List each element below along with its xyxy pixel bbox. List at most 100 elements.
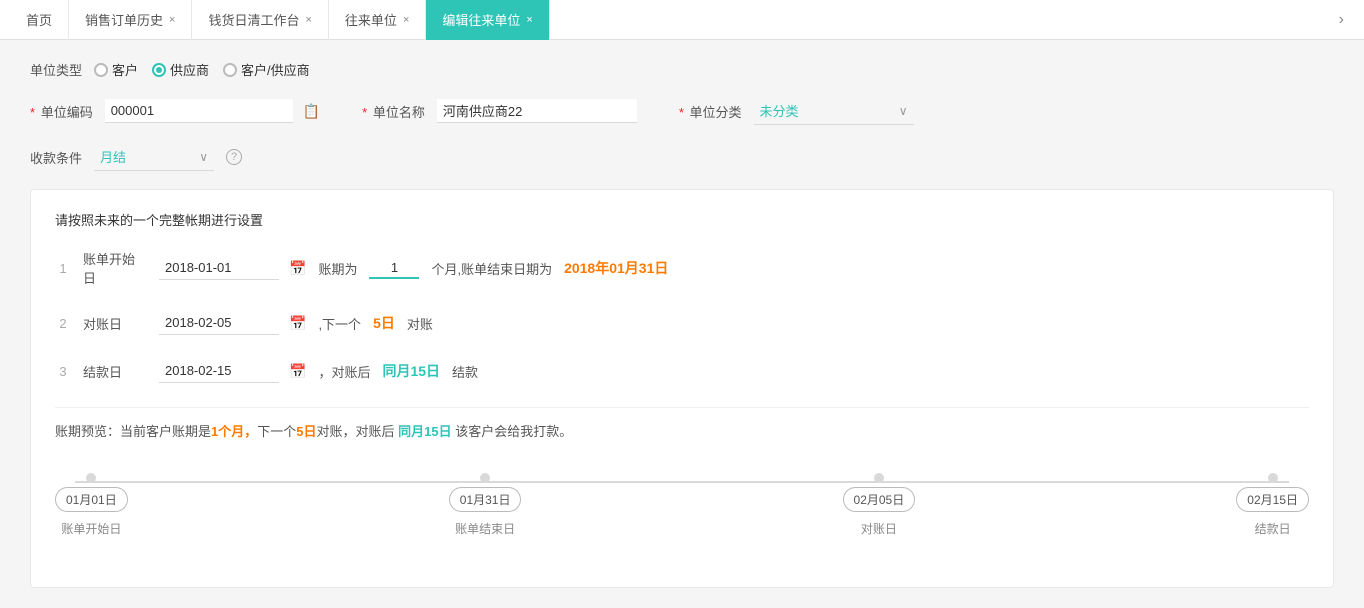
payment-desc-suffix: 结款 <box>452 362 478 381</box>
payment-desc-prefix: ，对账后 <box>318 362 370 381</box>
row-3-num: 3 <box>55 364 71 379</box>
payment-terms-row: 收款条件 月结 ∨ ? <box>30 143 1334 171</box>
tab-partner-label: 往来单位 <box>345 10 397 29</box>
unit-type-label: 单位类型 <box>30 60 82 79</box>
preview-mid1: 下一个 <box>257 424 296 439</box>
unit-code-required: * <box>30 105 35 120</box>
unit-name-input[interactable] <box>437 99 637 123</box>
tab-home[interactable]: 首页 <box>10 0 69 40</box>
tab-more-button[interactable]: › <box>1329 11 1354 29</box>
preview-mid2: 对账，对账后 <box>317 424 395 439</box>
payment-terms-chevron-icon: ∨ <box>199 150 208 164</box>
tab-partner-close[interactable]: × <box>403 14 409 26</box>
unit-category-label: * 单位分类 <box>679 102 742 121</box>
bill-start-calendar-icon[interactable]: 📅 <box>289 260 306 277</box>
reconcile-desc-prefix: ,下一个 <box>318 314 361 333</box>
tab-bar: 首页 销售订单历史 × 钱货日清工作台 × 往来单位 × 编辑往来单位 × › <box>0 0 1364 40</box>
timeline-label-3: 对账日 <box>861 520 897 537</box>
tab-edit-partner-close[interactable]: × <box>526 14 532 26</box>
settings-card-title: 请按照未来的一个完整帐期进行设置 <box>55 210 1309 229</box>
timeline-wrapper: 01月01日 账单开始日 01月31日 账单结束日 02月05日 对账日 <box>55 463 1309 567</box>
payment-terms-help-icon[interactable]: ? <box>226 149 242 165</box>
payment-date-group: 📅 <box>159 359 306 383</box>
radio-customer[interactable]: 客户 <box>94 60 138 79</box>
timeline-dot-1 <box>86 473 96 483</box>
timeline-node-4: 02月15日 结款日 <box>1236 473 1309 537</box>
radio-supplier-label: 供应商 <box>170 60 209 79</box>
row-2-num: 2 <box>55 316 71 331</box>
unit-category-select[interactable]: 未分类 ∨ <box>754 97 914 125</box>
timeline-node-2: 01月31日 账单结束日 <box>449 473 522 537</box>
unit-code-input[interactable] <box>105 99 293 123</box>
timeline-badge-4: 02月15日 <box>1236 487 1309 512</box>
timeline-dot-4 <box>1268 473 1278 483</box>
timeline-badge-3: 02月05日 <box>843 487 916 512</box>
reconcile-desc-suffix: 对账 <box>407 314 433 333</box>
tab-cash-desk-label: 钱货日清工作台 <box>208 10 299 29</box>
payment-terms-select[interactable]: 月结 ∨ <box>94 143 214 171</box>
card-separator <box>55 407 1309 408</box>
unit-type-row: 单位类型 客户 供应商 客户/供应商 <box>30 60 1334 79</box>
unit-name-required: * <box>362 105 367 120</box>
tab-sales-history-close[interactable]: × <box>169 14 175 26</box>
payment-row: 3 结款日 📅 ，对账后同月15日结款 <box>55 359 1309 383</box>
radio-both-circle <box>223 63 237 77</box>
timeline-badge-2: 01月31日 <box>449 487 522 512</box>
timeline-label-4: 结款日 <box>1255 520 1291 537</box>
timeline-dot-3 <box>874 473 884 483</box>
bill-start-date-group: 📅 <box>159 256 306 280</box>
bill-start-row: 1 账单开始日 📅 账期为 个月,账单结束日期为 2018年01月31日 <box>55 249 1309 287</box>
row-2-label: 对账日 <box>83 314 147 333</box>
unit-code-field-group: 📋 <box>105 99 320 123</box>
period-value-input[interactable] <box>369 258 419 279</box>
radio-both[interactable]: 客户/供应商 <box>223 60 310 79</box>
unit-code-copy-icon[interactable]: 📋 <box>303 103 320 120</box>
tab-cash-desk[interactable]: 钱货日清工作台 × <box>192 0 328 40</box>
tab-sales-history[interactable]: 销售订单历史 × <box>69 0 192 40</box>
app-container: 首页 销售订单历史 × 钱货日清工作台 × 往来单位 × 编辑往来单位 × › … <box>0 0 1364 608</box>
preview-suffix: 该客户会给我打款。 <box>455 424 572 439</box>
tab-cash-desk-close[interactable]: × <box>305 14 311 26</box>
period-end-date: 2018年01月31日 <box>564 258 668 278</box>
period-unit: 个月,账单结束日期为 <box>431 259 552 278</box>
radio-supplier-circle <box>152 63 166 77</box>
payment-desc-highlight: 同月15日 <box>382 361 440 381</box>
row-3-label: 结款日 <box>83 362 147 381</box>
radio-customer-circle <box>94 63 108 77</box>
radio-customer-label: 客户 <box>112 60 138 79</box>
tab-home-label: 首页 <box>26 10 52 29</box>
reconcile-date-input[interactable] <box>159 311 279 335</box>
row-1-num: 1 <box>55 261 71 276</box>
row-1-label: 账单开始日 <box>83 249 147 287</box>
tab-sales-history-label: 销售订单历史 <box>85 10 163 29</box>
tab-edit-partner-label: 编辑往来单位 <box>442 10 520 29</box>
reconcile-desc-highlight: 5日 <box>373 313 395 333</box>
reconcile-calendar-icon[interactable]: 📅 <box>289 315 306 332</box>
preview-text: 账期预览：当前客户账期是1个月，下一个5日对账，对账后 同月15日 该客户会给我… <box>55 420 1309 443</box>
preview-highlight2: 5日 <box>296 424 316 439</box>
radio-supplier[interactable]: 供应商 <box>152 60 209 79</box>
unit-type-radio-group: 客户 供应商 客户/供应商 <box>94 60 310 79</box>
settings-card: 请按照未来的一个完整帐期进行设置 1 账单开始日 📅 账期为 个月,账单结束日期… <box>30 189 1334 588</box>
unit-info-row: * 单位编码 📋 * 单位名称 * 单位分类 未分类 ∨ <box>30 97 1334 125</box>
tab-partner[interactable]: 往来单位 × <box>329 0 426 40</box>
unit-category-chevron-icon: ∨ <box>899 104 908 118</box>
unit-code-label: * 单位编码 <box>30 102 93 121</box>
timeline-nodes: 01月01日 账单开始日 01月31日 账单结束日 02月05日 对账日 <box>55 473 1309 537</box>
timeline-node-1: 01月01日 账单开始日 <box>55 473 128 537</box>
timeline-dot-2 <box>480 473 490 483</box>
radio-both-label: 客户/供应商 <box>241 60 310 79</box>
tab-edit-partner[interactable]: 编辑往来单位 × <box>426 0 549 40</box>
reconcile-row: 2 对账日 📅 ,下一个 5日对账 <box>55 311 1309 335</box>
unit-category-value: 未分类 <box>760 101 899 120</box>
preview-highlight3: 同月15日 <box>398 424 451 439</box>
payment-date-input[interactable] <box>159 359 279 383</box>
payment-terms-label: 收款条件 <box>30 148 82 167</box>
main-content: 单位类型 客户 供应商 客户/供应商 * 单位编码 <box>0 40 1364 608</box>
unit-category-required: * <box>679 105 684 120</box>
timeline-node-3: 02月05日 对账日 <box>843 473 916 537</box>
bill-start-date-input[interactable] <box>159 256 279 280</box>
preview-highlight1: 1个月， <box>211 424 257 439</box>
timeline-label-1: 账单开始日 <box>61 520 121 537</box>
payment-calendar-icon[interactable]: 📅 <box>289 363 306 380</box>
